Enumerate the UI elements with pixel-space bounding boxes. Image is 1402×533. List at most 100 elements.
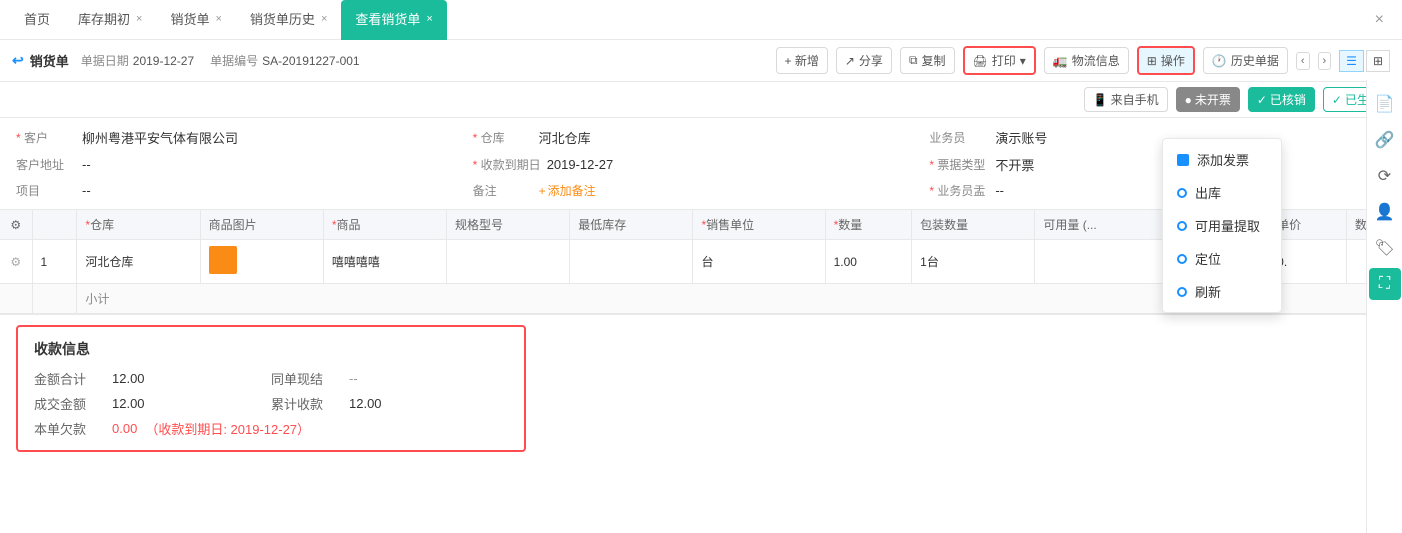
td-quantity: 1.00 <box>825 240 912 284</box>
amount-total-row: 金额合计 12.00 <box>34 369 271 388</box>
operation-dropdown: 添加发票 出库 可用量提取 定位 刷新 <box>1162 138 1282 313</box>
print-dropdown-arrow: ▾ <box>1020 54 1026 68</box>
tab-inventory-init[interactable]: 库存期初 × <box>64 0 156 40</box>
tab-home[interactable]: 首页 <box>10 0 64 40</box>
th-spec: 规格型号 <box>447 210 570 240</box>
right-toolbar: + 新增 ↗ 分享 ⧉ 复制 🖨 打印 ▾ 🚛 物流信息 ⊞ 操作 <box>776 46 1390 75</box>
td-product-img <box>200 240 323 284</box>
dropdown-refresh[interactable]: 刷新 <box>1163 275 1281 308</box>
amount-total-label: 金额合计 <box>34 369 104 388</box>
address-label: 客户地址 <box>16 156 76 173</box>
sidebar-user-icon[interactable]: 👤 <box>1369 196 1401 228</box>
logistics-button[interactable]: 🚛 物流信息 <box>1044 47 1129 74</box>
balance-row: 本单欠款 0.00 （收款到期日: 2019-12-27） <box>34 419 508 438</box>
right-sidebar: 📄 🔗 ⟳ 👤 🏷 ⛶ <box>1366 80 1402 533</box>
td-index: 1 <box>32 240 77 284</box>
salesperson-value: -- <box>995 183 1004 198</box>
td-warehouse: 河北仓库 <box>77 240 200 284</box>
th-min-stock: 最低库存 <box>570 210 693 240</box>
same-order-value: -- <box>349 371 358 386</box>
available-pickup-icon <box>1177 221 1187 231</box>
list-view-button[interactable]: ☰ <box>1339 50 1364 72</box>
copy-button[interactable]: ⧉ 复制 <box>900 47 955 74</box>
copy-icon: ⧉ <box>909 53 918 68</box>
history-icon: 🕐 <box>1212 54 1227 68</box>
ticket-type-row: 票据类型 不开票 <box>929 155 1386 174</box>
document-area: ↩ 销货单 单据日期 2019-12-27 单据编号 SA-20191227-0… <box>0 40 1402 533</box>
staff-value: 演示账号 <box>995 128 1047 147</box>
balance-label: 本单欠款 <box>34 419 104 438</box>
close-sales-tab[interactable]: × <box>215 13 221 25</box>
dropdown-add-invoice[interactable]: 添加发票 <box>1163 143 1281 176</box>
history-button[interactable]: 🕐 历史单据 <box>1203 47 1288 74</box>
grid-view-button[interactable]: ⊞ <box>1366 50 1390 72</box>
customer-row: 客户 柳州粤港平安气体有限公司 <box>16 128 473 147</box>
th-sales-unit: *销售单位 <box>693 210 825 240</box>
project-row: 项目 -- <box>16 182 473 199</box>
tab-view-sales[interactable]: 查看销货单 × <box>341 0 446 40</box>
td-min-stock <box>570 240 693 284</box>
next-record-button[interactable]: › <box>1318 52 1332 70</box>
out-warehouse-icon <box>1177 188 1187 198</box>
locate-icon <box>1177 254 1187 264</box>
close-view-tab[interactable]: × <box>426 13 432 25</box>
confirmed-button[interactable]: ✓ 已核销 <box>1248 87 1315 112</box>
sidebar-fullscreen-icon[interactable]: ⛶ <box>1369 268 1401 300</box>
salesperson-row: 业务员盂 -- <box>929 182 1386 199</box>
warehouse-value: 河北仓库 <box>539 128 591 147</box>
sidebar-tag-icon[interactable]: 🏷 <box>1369 232 1401 264</box>
tab-bar: 首页 库存期初 × 销货单 × 销货单历史 × 查看销货单 × × <box>0 0 1402 40</box>
view-toggle: ☰ ⊞ <box>1339 50 1390 72</box>
th-index <box>32 210 77 240</box>
truck-icon: 🚛 <box>1053 54 1068 68</box>
td-spec <box>447 240 570 284</box>
th-quantity: *数量 <box>825 210 912 240</box>
dropdown-available-pickup[interactable]: 可用量提取 <box>1163 209 1281 242</box>
due-date-value: 2019-12-27 <box>547 157 614 172</box>
dropdown-out-warehouse[interactable]: 出库 <box>1163 176 1281 209</box>
print-button[interactable]: 🖨 打印 ▾ <box>963 46 1036 75</box>
dropdown-locate[interactable]: 定位 <box>1163 242 1281 275</box>
sidebar-link-icon[interactable]: 🔗 <box>1369 124 1401 156</box>
due-date-row: 收款到期日 2019-12-27 <box>473 155 930 174</box>
window-close-button[interactable]: × <box>1367 11 1392 29</box>
close-history-tab[interactable]: × <box>321 13 327 25</box>
same-order-row: 同单现结 -- <box>271 369 508 388</box>
product-image <box>209 246 237 274</box>
customer-label: 客户 <box>16 129 76 146</box>
tab-sales-history[interactable]: 销货单历史 × <box>236 0 341 40</box>
td-package-qty: 1台 <box>912 240 1035 284</box>
from-phone-button[interactable]: 📱 来自手机 <box>1084 87 1168 112</box>
th-available: 可用量 (... <box>1035 210 1168 240</box>
customer-value: 柳州粤港平安气体有限公司 <box>82 128 238 147</box>
amount-total-value: 12.00 <box>112 371 145 386</box>
same-order-label: 同单现结 <box>271 369 341 388</box>
th-product: *商品 <box>323 210 446 240</box>
payment-grid: 金额合计 12.00 同单现结 -- 成交金额 12.00 累计收款 12.00… <box>34 369 508 438</box>
effective-icon: ✓ <box>1332 93 1342 107</box>
warehouse-row: 仓库 河北仓库 <box>473 128 930 147</box>
ticket-type-label: 票据类型 <box>929 156 989 173</box>
th-warehouse: *仓库 <box>77 210 200 240</box>
prev-record-button[interactable]: ‹ <box>1296 52 1310 70</box>
close-inventory-tab[interactable]: × <box>136 13 142 25</box>
share-button[interactable]: ↗ 分享 <box>836 47 892 74</box>
add-note-button[interactable]: + 添加备注 <box>539 182 596 199</box>
doc-header: ↩ 销货单 单据日期 2019-12-27 单据编号 SA-20191227-0… <box>0 40 1402 82</box>
td-sales-unit: 台 <box>693 240 825 284</box>
address-value: -- <box>82 157 91 172</box>
payment-box: 收款信息 金额合计 12.00 同单现结 -- 成交金额 12.00 累计收款 … <box>16 325 526 452</box>
staff-label: 业务员 <box>929 129 989 146</box>
not-open-button[interactable]: ● 未开票 <box>1176 87 1240 112</box>
td-settings: ⚙ <box>0 240 32 284</box>
accumulated-value: 12.00 <box>349 396 382 411</box>
tab-sales-order[interactable]: 销货单 × <box>156 0 235 40</box>
add-invoice-icon <box>1177 154 1189 166</box>
sidebar-sync-icon[interactable]: ⟳ <box>1369 160 1401 192</box>
doc-date-group: 单据日期 2019-12-27 <box>81 52 194 69</box>
sidebar-document-icon[interactable]: 📄 <box>1369 88 1401 120</box>
operation-button[interactable]: ⊞ 操作 <box>1137 46 1195 75</box>
note-label: 备注 <box>473 182 533 199</box>
new-button[interactable]: + 新增 <box>776 47 828 74</box>
grid-icon: ⊞ <box>1147 54 1157 68</box>
